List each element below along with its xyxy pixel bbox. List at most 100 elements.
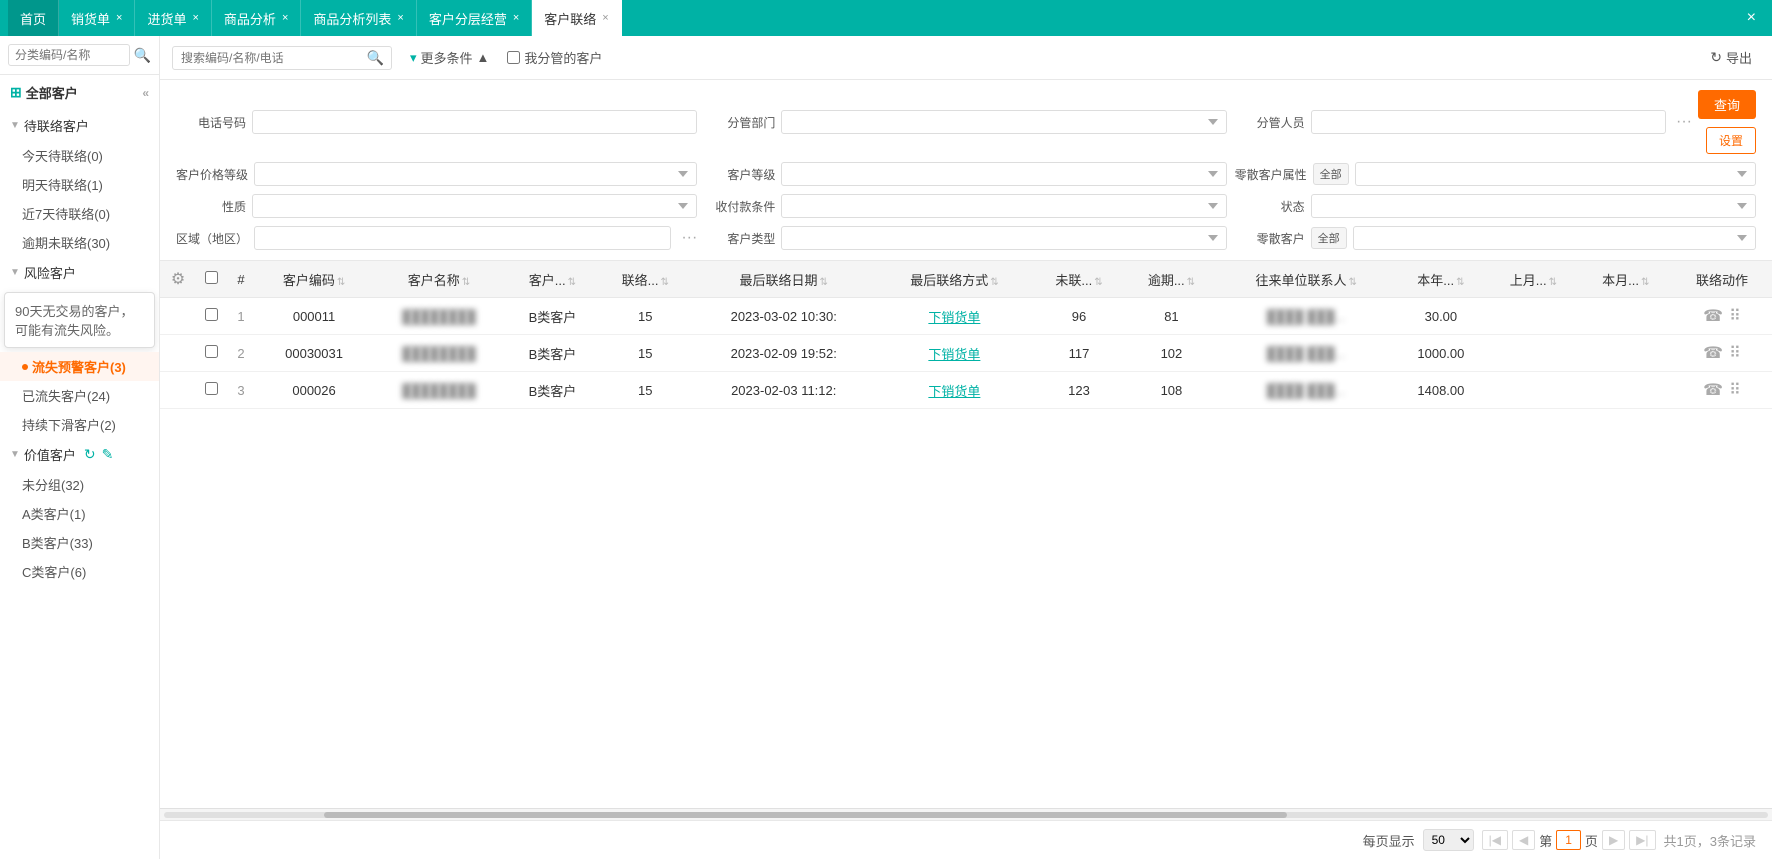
- scrollbar-thumb[interactable]: [324, 812, 1286, 818]
- sidebar-item-overdue[interactable]: 逾期未联络(30): [0, 228, 159, 257]
- sidebar-section-pending[interactable]: ▼ 待联络客户: [0, 110, 159, 141]
- window-close-btn[interactable]: ×: [1739, 9, 1764, 27]
- sidebar-item-churned[interactable]: 已流失客户(24): [0, 381, 159, 410]
- filter-area-dots[interactable]: ···: [681, 229, 697, 247]
- main-search-icon[interactable]: 🔍: [367, 49, 384, 66]
- filter-dept-select[interactable]: [781, 110, 1226, 134]
- th-overdue[interactable]: 逾期...⇅: [1125, 261, 1217, 298]
- sidebar-item-declining[interactable]: 持续下滑客户(2): [0, 410, 159, 439]
- tab-customer-layer[interactable]: 客户分层经营 ×: [417, 0, 532, 36]
- sidebar-item-week[interactable]: 近7天待联络(0): [0, 199, 159, 228]
- refresh-icon[interactable]: ↻: [84, 446, 96, 463]
- sidebar-collapse-icon[interactable]: «: [142, 86, 149, 100]
- sidebar-item-c-class[interactable]: C类客户(6): [0, 557, 159, 586]
- cell-last-method-1[interactable]: 下销货单: [876, 335, 1033, 372]
- main-search-input[interactable]: [172, 46, 392, 70]
- page-nav: |◀ ◀ 第 1 页 ▶ ▶|: [1482, 830, 1656, 850]
- more-action-icon-1[interactable]: ⠿: [1729, 343, 1741, 363]
- sidebar-item-b-class[interactable]: B类客户(33): [0, 528, 159, 557]
- more-action-icon-0[interactable]: ⠿: [1729, 306, 1741, 326]
- prev-page-btn[interactable]: ◀: [1512, 830, 1535, 850]
- filter-settings-btn[interactable]: 设置: [1706, 127, 1756, 154]
- tab-goods-list-close[interactable]: ×: [397, 12, 403, 24]
- th-this-month[interactable]: 本月...⇅: [1580, 261, 1672, 298]
- th-code[interactable]: 客户编码⇅: [256, 261, 372, 298]
- row-checkbox-0[interactable]: [205, 308, 218, 321]
- sidebar-section-risk[interactable]: ▼ 风险客户: [0, 257, 159, 288]
- th-last-date[interactable]: 最后联络日期⇅: [691, 261, 876, 298]
- filter-customer-type-label: 客户类型: [705, 230, 775, 247]
- tab-purchase[interactable]: 进货单 ×: [135, 0, 211, 36]
- sidebar-search-icon[interactable]: 🔍: [134, 47, 151, 64]
- filter-customer-type-select[interactable]: [781, 226, 1226, 250]
- sidebar-item-a-class[interactable]: A类客户(1): [0, 499, 159, 528]
- tab-goods-analysis-close[interactable]: ×: [282, 12, 288, 24]
- sidebar-all-customers[interactable]: ⊞ 全部客户 «: [0, 75, 159, 110]
- th-contact[interactable]: 联络...⇅: [599, 261, 691, 298]
- cell-last-method-0[interactable]: 下销货单: [876, 298, 1033, 335]
- th-last-month[interactable]: 上月...⇅: [1487, 261, 1579, 298]
- per-page-select[interactable]: 50 100 200: [1423, 829, 1474, 851]
- query-btn[interactable]: 查询: [1698, 90, 1756, 119]
- more-action-icon-2[interactable]: ⠿: [1729, 380, 1741, 400]
- tab-customer-layer-close[interactable]: ×: [513, 12, 519, 24]
- next-page-btn[interactable]: ▶: [1602, 830, 1625, 850]
- sidebar-item-churn-warning[interactable]: 流失预警客户(3): [0, 352, 159, 381]
- th-past-contact[interactable]: 往来单位联系人⇅: [1218, 261, 1395, 298]
- sidebar-section-value[interactable]: ▼ 价值客户 ↻ ✎: [0, 439, 159, 470]
- my-customers-checkbox[interactable]: 我分管的客户: [507, 48, 602, 67]
- th-code-label: 客户编码: [283, 273, 335, 288]
- row-checkbox-2[interactable]: [205, 382, 218, 395]
- tab-goods-list[interactable]: 商品分析列表 ×: [301, 0, 416, 36]
- filter-status-select[interactable]: [1311, 194, 1756, 218]
- filter-payment-select[interactable]: [781, 194, 1226, 218]
- gear-icon[interactable]: ⚙: [171, 271, 185, 288]
- export-btn[interactable]: ↻ 导出: [1702, 44, 1760, 71]
- first-page-btn[interactable]: |◀: [1482, 830, 1508, 850]
- filter-price-level-select[interactable]: [254, 162, 697, 186]
- contact-action-icon-2[interactable]: ☎: [1703, 380, 1723, 400]
- filter-area-input[interactable]: [254, 226, 671, 250]
- filter-manager-input[interactable]: [1311, 110, 1666, 134]
- filter-retail-attr-select[interactable]: [1355, 162, 1756, 186]
- th-gear[interactable]: ⚙: [160, 261, 196, 298]
- page-total-info: 共1页，3条记录: [1664, 831, 1756, 850]
- tab-home[interactable]: 首页: [8, 0, 59, 36]
- sidebar-search-input[interactable]: [8, 44, 130, 66]
- sidebar-item-today[interactable]: 今天待联络(0): [0, 141, 159, 170]
- th-type[interactable]: 客户...⇅: [506, 261, 599, 298]
- cell-last-method-2[interactable]: 下销货单: [876, 372, 1033, 409]
- sort-icon-6: ⇅: [990, 277, 998, 288]
- filter-customer-level-select[interactable]: [781, 162, 1226, 186]
- last-page-btn[interactable]: ▶|: [1629, 830, 1655, 850]
- th-last-method[interactable]: 最后联络方式⇅: [876, 261, 1033, 298]
- filter-retail-customer-select[interactable]: [1353, 226, 1756, 250]
- filter-nature-select[interactable]: [252, 194, 697, 218]
- sidebar-item-tomorrow[interactable]: 明天待联络(1): [0, 170, 159, 199]
- filter-manager-dots[interactable]: ···: [1676, 113, 1692, 131]
- th-no-contact[interactable]: 未联...⇅: [1033, 261, 1125, 298]
- tab-goods-analysis[interactable]: 商品分析 ×: [212, 0, 301, 36]
- tab-customer-contact-close[interactable]: ×: [602, 12, 608, 24]
- tab-customer-contact[interactable]: 客户联络 ×: [532, 0, 621, 36]
- contact-action-icon-1[interactable]: ☎: [1703, 343, 1723, 363]
- select-all-checkbox[interactable]: [205, 271, 218, 284]
- filter-row-phone: 电话号码: [176, 90, 697, 154]
- tab-sales[interactable]: 销货单 ×: [59, 0, 135, 36]
- my-customers-check[interactable]: [507, 51, 520, 64]
- horizontal-scrollbar[interactable]: [160, 808, 1772, 820]
- filter-retail-customer-tag: 全部: [1311, 227, 1347, 249]
- th-name[interactable]: 客户名称⇅: [372, 261, 506, 298]
- contact-action-icon-0[interactable]: ☎: [1703, 306, 1723, 326]
- filter-phone-input[interactable]: [252, 110, 697, 134]
- row-checkbox-1[interactable]: [205, 345, 218, 358]
- sidebar-item-ungroup[interactable]: 未分组(32): [0, 470, 159, 499]
- th-this-year[interactable]: 本年...⇅: [1395, 261, 1487, 298]
- cell-no-contact-2: 123: [1033, 372, 1125, 409]
- tab-purchase-close[interactable]: ×: [192, 12, 198, 24]
- edit-icon[interactable]: ✎: [102, 446, 114, 463]
- cell-action-0: ☎ ⠿: [1672, 298, 1772, 335]
- tab-sales-close[interactable]: ×: [116, 12, 122, 24]
- more-filter-btn[interactable]: ▾ 更多条件 ▲: [402, 44, 497, 71]
- filter-manager-label: 分管人员: [1235, 114, 1305, 131]
